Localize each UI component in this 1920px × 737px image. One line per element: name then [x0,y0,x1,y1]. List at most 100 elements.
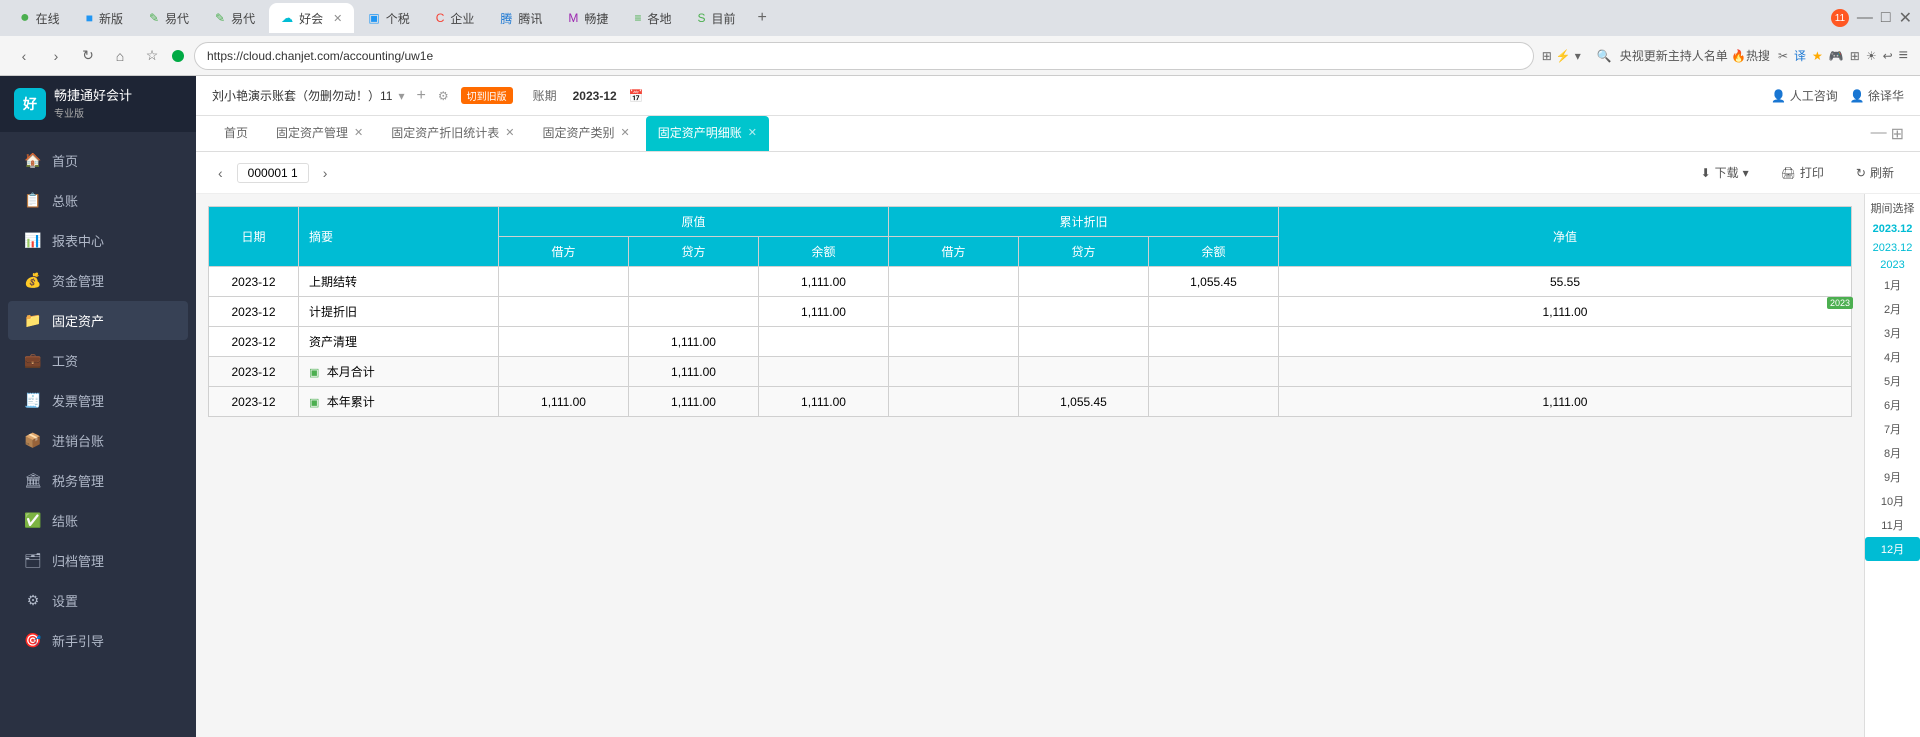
tab-close-category[interactable]: ✕ [621,126,630,139]
browser-tab-online[interactable]: ● 在线 [8,3,72,33]
cell-dep-debit [889,297,1019,327]
period-month-8[interactable]: 8月 [1865,441,1920,465]
sidebar-item-sales[interactable]: 📦 进销台账 [8,421,188,460]
cell-dep-balance [1149,327,1279,357]
cell-date: 2023-12 [209,387,299,417]
sidebar-item-closing[interactable]: ✅ 结账 [8,501,188,540]
window-minimize[interactable]: — [1857,9,1873,27]
scissors-icon[interactable]: ✂ [1778,49,1788,63]
minimize-panel-icon[interactable]: — [1871,124,1887,144]
browser-tab-gedi[interactable]: ≡ 各地 [622,3,683,33]
prev-page-button[interactable]: ‹ [212,163,229,183]
version-toggle-button[interactable]: 切到旧版 [461,87,513,104]
tab-fixed-asset-mgmt[interactable]: 固定资产管理 ✕ [264,116,375,151]
sidebar-item-archive[interactable]: 🗂 归档管理 [8,541,188,580]
add-account-button[interactable]: + [417,87,426,105]
account-selector[interactable]: 刘小艳演示账套（勿删勿动！）11 ▾ [212,87,405,104]
sidebar-item-reports[interactable]: 📊 报表中心 [8,221,188,260]
cell-dep-balance [1149,357,1279,387]
cell-dep-debit [889,267,1019,297]
cell-dep-balance: 1,055.45 [1149,267,1279,297]
forward-button[interactable]: › [44,44,68,68]
browser-tab-tengxun[interactable]: 腾 腾讯 [488,3,554,33]
sidebar-item-home[interactable]: 🏠 首页 [8,141,188,180]
tab-close-detail[interactable]: ✕ [748,126,757,139]
address-input[interactable] [194,42,1534,70]
browser-tab-changji[interactable]: M 畅捷 [556,3,620,33]
settings-cog-icon[interactable]: ⚙ [438,89,449,103]
devices-icon[interactable]: ⊞ [1542,49,1552,63]
invoice-icon: 🧾 [24,392,42,410]
period-month-4[interactable]: 4月 [1865,345,1920,369]
tab-depreciation-stat[interactable]: 固定资产折旧统计表 ✕ [379,116,526,151]
browser-tab-haokuai[interactable]: ☁ 好会 ✕ [269,3,354,33]
download-button[interactable]: ⬇ 下载 ▾ [1691,160,1759,185]
window-close[interactable]: ✕ [1899,8,1912,28]
grid-icon[interactable]: ⊞ [1850,49,1860,63]
cell-orig-balance: 1,111.00 [759,267,889,297]
browser-tab-yidai1[interactable]: ✎ 易代 [137,3,201,33]
period-month-12[interactable]: 12月 [1865,537,1920,561]
tab-close-depreciation[interactable]: ✕ [505,126,514,139]
brightness-icon[interactable]: ☀ [1866,49,1877,63]
cell-orig-debit [499,327,629,357]
dropdown-icon[interactable]: ▾ [1575,49,1581,63]
period-month-5[interactable]: 5月 [1865,369,1920,393]
period-month-6[interactable]: 6月 [1865,393,1920,417]
lightning-icon[interactable]: ⚡ [1556,49,1571,63]
browser-tab-yidai2[interactable]: ✎ 易代 [203,3,267,33]
sidebar-item-settings[interactable]: ⚙ 设置 [8,581,188,620]
sidebar-item-guide[interactable]: 🎯 新手引导 [8,621,188,660]
period-month-7[interactable]: 7月 [1865,417,1920,441]
period-month-3[interactable]: 3月 [1865,321,1920,345]
tab-close-fixed-asset[interactable]: ✕ [354,126,363,139]
period-month-10[interactable]: 10月 [1865,489,1920,513]
user-avatar[interactable]: 👤 徐译华 [1850,87,1904,104]
browser-tab-geshui[interactable]: ▣ 个税 [356,3,421,33]
period-month-11[interactable]: 11月 [1865,513,1920,537]
sidebar-item-payroll[interactable]: 💼 工资 [8,341,188,380]
browser-tab-qiye[interactable]: C 企业 [424,3,487,33]
period-month-1[interactable]: 1月 [1865,273,1920,297]
sidebar-item-fixed-assets[interactable]: 📁 固定资产 [8,301,188,340]
close-tab-icon[interactable]: ✕ [333,12,342,25]
refresh-button[interactable]: ↻ 刷新 [1846,160,1904,185]
funds-icon: 💰 [24,272,42,290]
main-content: 刘小艳演示账套（勿删勿动！）11 ▾ + ⚙ 切到旧版 账期 2023-12 📅… [196,76,1920,737]
cell-orig-debit [499,267,629,297]
next-page-button[interactable]: › [317,163,334,183]
tab-asset-category[interactable]: 固定资产类别 ✕ [530,116,641,151]
print-button[interactable]: 🖨 打印 [1771,160,1834,185]
browser-tab-mubiao[interactable]: S 目前 [685,3,747,33]
period-year[interactable]: 2023 [1880,257,1904,273]
period-month-2[interactable]: 2月 [1865,297,1920,321]
sidebar-item-tax[interactable]: 🏛 税务管理 [8,461,188,500]
refresh-browser-button[interactable]: ↻ [76,44,100,68]
customer-service-button[interactable]: 👤 人工咨询 [1771,87,1837,104]
home-button[interactable]: ⌂ [108,44,132,68]
gamepad-icon[interactable]: 🎮 [1829,49,1844,63]
sidebar-item-funds[interactable]: 💰 资金管理 [8,261,188,300]
sidebar-item-general-ledger[interactable]: 📋 总账 [8,181,188,220]
expand-panel-icon[interactable]: ⊞ [1891,124,1904,144]
cell-date: 2023-12 [209,297,299,327]
translate-icon[interactable]: 译 [1794,47,1806,64]
reports-icon: 📊 [24,232,42,250]
sidebar-item-invoices[interactable]: 🧾 发票管理 [8,381,188,420]
cell-dep-debit [889,357,1019,387]
cell-orig-credit [629,267,759,297]
browser-tab-new[interactable]: ■ 新版 [74,3,135,33]
menu-icon[interactable]: ≡ [1899,47,1908,65]
period-month-9[interactable]: 9月 [1865,465,1920,489]
period-calendar-icon[interactable]: 📅 [629,89,644,103]
star-icon[interactable]: ★ [1812,49,1823,63]
tab-home[interactable]: 首页 [212,116,260,151]
undo-icon[interactable]: ↩ [1883,49,1893,63]
window-restore[interactable]: □ [1881,9,1891,27]
new-tab-button[interactable]: + [750,5,775,31]
cell-summary: 资产清理 [299,327,499,357]
dropdown-caret: ▾ [1743,166,1749,180]
tab-asset-detail[interactable]: 固定资产明细账 ✕ [646,116,769,151]
bookmark-button[interactable]: ☆ [140,44,164,68]
back-button[interactable]: ‹ [12,44,36,68]
